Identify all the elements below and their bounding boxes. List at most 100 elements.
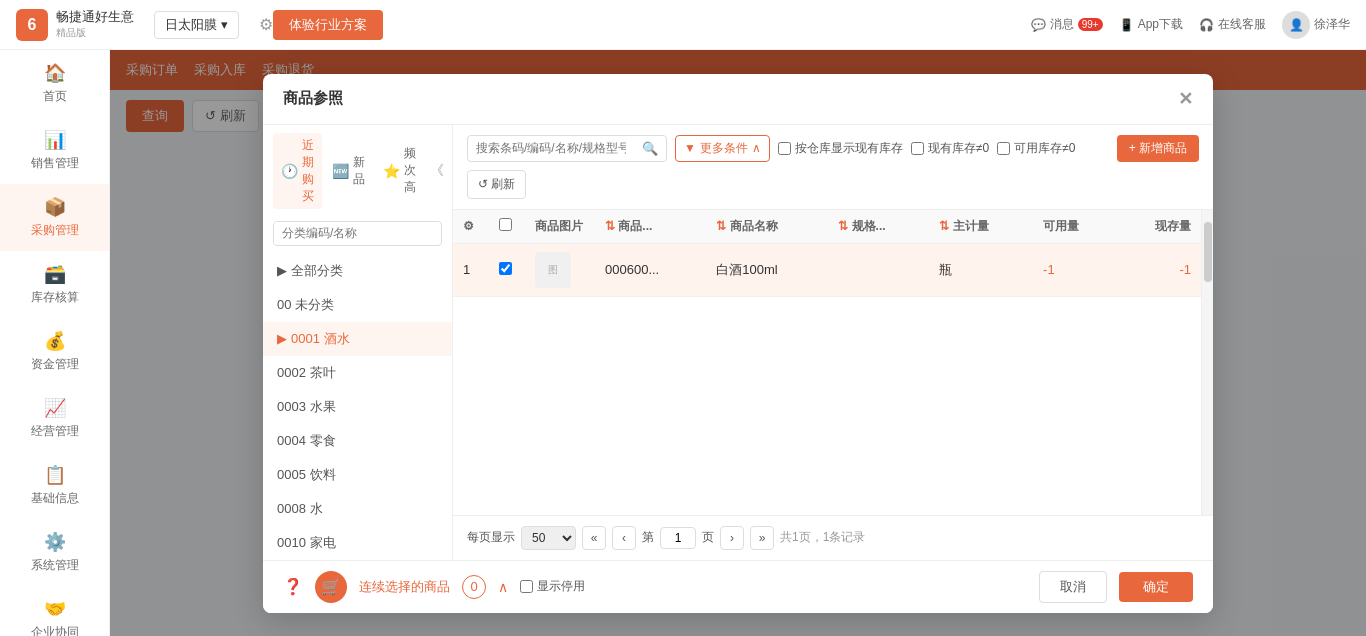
checkbox-stock[interactable] [911, 142, 924, 155]
sidebar-item-inventory[interactable]: 🗃️ 库存核算 [0, 251, 109, 318]
category-label-00: 00 未分类 [277, 296, 334, 314]
tab-recent-buy[interactable]: 🕐 近期购买 [273, 133, 322, 209]
sidebar-item-finance[interactable]: 💰 资金管理 [0, 318, 109, 385]
category-item-all[interactable]: ▶ 全部分类 [263, 254, 452, 288]
category-item-00[interactable]: 00 未分类 [263, 288, 452, 322]
category-label-0002: 0002 茶叶 [277, 364, 336, 382]
checkbox-avail[interactable] [997, 142, 1010, 155]
collapse-up-button[interactable]: ∧ [498, 579, 508, 595]
sidebar-item-business[interactable]: 📈 经营管理 [0, 385, 109, 452]
modal-right-panel: 🔍 ▼ 更多条件 ∧ 按仓库显示现有库存 [453, 125, 1213, 560]
product-search-icon[interactable]: 🔍 [634, 136, 666, 161]
refresh-sm-button[interactable]: ↺ 刷新 [467, 170, 526, 199]
category-item-0010[interactable]: 0010 家电 [263, 526, 452, 560]
store-dropdown[interactable]: 日太阳膜 ▾ [154, 11, 239, 39]
arrow-icon-0001: ▶ [277, 331, 287, 346]
settings-icon[interactable]: ⚙ [259, 15, 273, 34]
filter-button[interactable]: ▼ 更多条件 ∧ [675, 135, 770, 162]
page-total-label: 共1页，1条记录 [780, 529, 865, 546]
category-label-0001: 0001 酒水 [291, 330, 350, 348]
headset-icon: 🎧 [1199, 18, 1214, 32]
category-label-all: 全部分类 [291, 262, 343, 280]
prev-page-button[interactable]: ‹ [612, 526, 636, 550]
category-item-0008[interactable]: 0008 水 [263, 492, 452, 526]
checkbox-warehouse[interactable] [778, 142, 791, 155]
sidebar: 🏠 首页 📊 销售管理 📦 采购管理 🗃️ 库存核算 💰 资金管理 📈 经营管理… [0, 50, 110, 636]
th-settings[interactable]: ⚙ [453, 210, 489, 244]
cancel-button[interactable]: 取消 [1039, 571, 1107, 603]
th-name[interactable]: ⇅ 商品名称 [706, 210, 828, 244]
select-all-checkbox[interactable] [499, 218, 512, 231]
service-button[interactable]: 🎧 在线客服 [1199, 16, 1266, 33]
first-page-button[interactable]: « [582, 526, 606, 550]
modal-title: 商品参照 [283, 89, 343, 108]
last-page-button[interactable]: » [750, 526, 774, 550]
category-item-0003[interactable]: 0003 水果 [263, 390, 452, 424]
checkbox-avail-text: 可用库存≠0 [1014, 140, 1075, 157]
cta-button[interactable]: 体验行业方案 [273, 10, 383, 40]
next-page-button[interactable]: › [720, 526, 744, 550]
sidebar-item-purchase[interactable]: 📦 采购管理 [0, 184, 109, 251]
cell-seq: 1 [453, 243, 489, 296]
category-search-input[interactable] [274, 222, 440, 244]
modal-toolbar: 🔍 ▼ 更多条件 ∧ 按仓库显示现有库存 [453, 125, 1213, 210]
page-number-input[interactable] [660, 527, 696, 549]
category-item-0005[interactable]: 0005 饮料 [263, 458, 452, 492]
sidebar-label-base: 基础信息 [31, 490, 79, 507]
sidebar-label-business: 经营管理 [31, 423, 79, 440]
user-profile[interactable]: 👤 徐泽华 [1282, 11, 1350, 39]
sidebar-item-home[interactable]: 🏠 首页 [0, 50, 109, 117]
tab-new-product[interactable]: 🆕 新品 [324, 150, 373, 192]
modal-close-button[interactable]: ✕ [1178, 88, 1193, 110]
th-unit[interactable]: ⇅ 主计量 [929, 210, 1033, 244]
cell-spec [828, 243, 929, 296]
product-search-input[interactable] [468, 136, 634, 160]
filter-arrow-icon: ∧ [752, 141, 761, 155]
th-code[interactable]: ⇅ 商品... [595, 210, 706, 244]
sidebar-item-base[interactable]: 📋 基础信息 [0, 452, 109, 519]
business-icon: 📈 [44, 397, 66, 419]
category-search-icon[interactable]: 🔍 [440, 222, 442, 245]
cell-image: 图 [525, 243, 595, 296]
collapse-left-button[interactable]: 《 [426, 158, 448, 184]
cell-stock: -1 [1117, 243, 1201, 296]
product-search-box: 🔍 [467, 135, 667, 162]
scroll-thumb[interactable] [1204, 222, 1212, 282]
tab-high-freq[interactable]: ⭐ 频次高 [375, 141, 424, 200]
row-checkbox[interactable] [499, 262, 512, 275]
home-icon: 🏠 [44, 62, 66, 84]
sidebar-item-enterprise[interactable]: 🤝 企业协同 [0, 586, 109, 636]
add-product-button[interactable]: + 新增商品 [1117, 135, 1199, 162]
cell-checkbox[interactable] [489, 243, 525, 296]
top-nav: 6 畅捷通好生意 精品版 日太阳膜 ▾ ⚙ 体验行业方案 💬 消息 99+ 📱 … [0, 0, 1366, 50]
category-label-0008: 0008 水 [277, 500, 323, 518]
messages-button[interactable]: 💬 消息 99+ [1031, 16, 1103, 33]
arrow-icon-all: ▶ [277, 263, 287, 278]
cart-button[interactable]: 🛒 [315, 571, 347, 603]
scroll-bar[interactable] [1201, 210, 1213, 515]
th-image: 商品图片 [525, 210, 595, 244]
sidebar-item-system[interactable]: ⚙️ 系统管理 [0, 519, 109, 586]
app-download-button[interactable]: 📱 App下载 [1119, 16, 1183, 33]
sidebar-item-sales[interactable]: 📊 销售管理 [0, 117, 109, 184]
new-icon: 🆕 [332, 163, 349, 179]
tab-freq-label: 频次高 [404, 145, 416, 196]
checkbox-warehouse-label[interactable]: 按仓库显示现有库存 [778, 140, 903, 157]
confirm-button[interactable]: 确定 [1119, 572, 1193, 602]
checkbox-stock-label[interactable]: 现有库存≠0 [911, 140, 989, 157]
category-search-box: 🔍 [273, 221, 442, 246]
category-item-0004[interactable]: 0004 零食 [263, 424, 452, 458]
continuous-label: 连续选择的商品 [359, 578, 450, 596]
per-page-select[interactable]: 50 100 200 [521, 526, 576, 550]
help-icon[interactable]: ❓ [283, 577, 303, 596]
category-item-0001[interactable]: ▶ 0001 酒水 [263, 322, 452, 356]
checkbox-avail-label[interactable]: 可用库存≠0 [997, 140, 1075, 157]
th-spec[interactable]: ⇅ 规格... [828, 210, 929, 244]
table-body: 1 图 000600... 白 [453, 243, 1201, 296]
nav-right: 💬 消息 99+ 📱 App下载 🎧 在线客服 👤 徐泽华 [1031, 11, 1350, 39]
category-item-0002[interactable]: 0002 茶叶 [263, 356, 452, 390]
show-disabled-checkbox[interactable] [520, 580, 533, 593]
show-disabled-label[interactable]: 显示停用 [520, 578, 585, 595]
table-row[interactable]: 1 图 000600... 白 [453, 243, 1201, 296]
th-avail: 可用量 [1033, 210, 1117, 244]
